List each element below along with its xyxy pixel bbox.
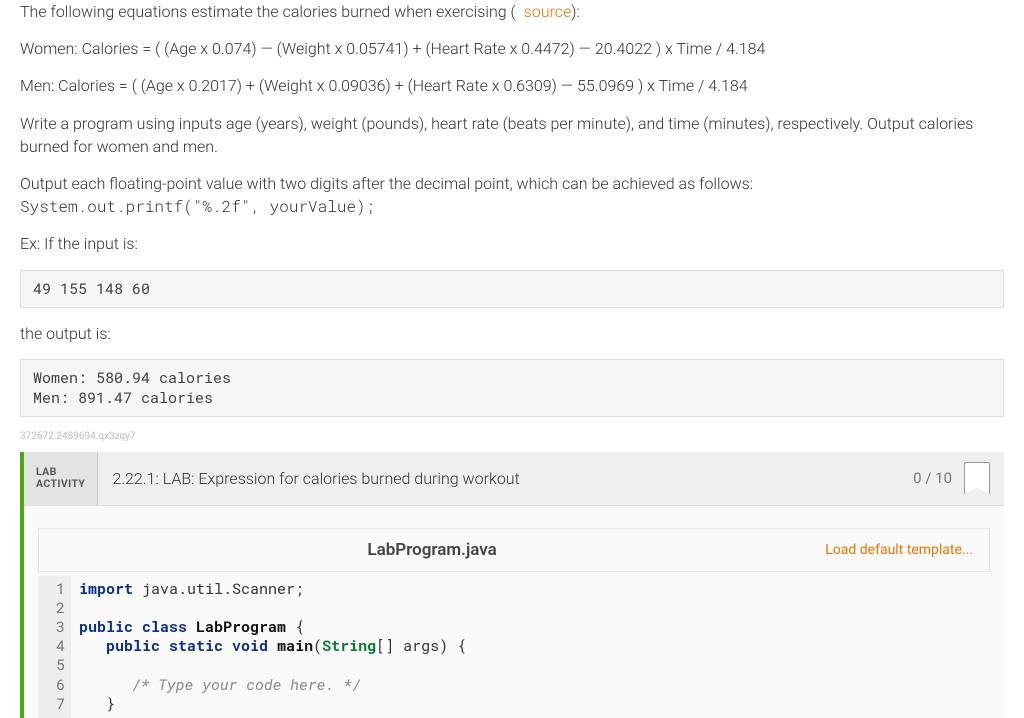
kw-public: public bbox=[79, 617, 133, 637]
source-link[interactable]: source bbox=[516, 0, 572, 25]
line-number: 1 bbox=[56, 580, 65, 599]
type-string: String bbox=[322, 636, 376, 656]
example-input: 49 155 148 60 bbox=[20, 270, 1004, 308]
intro-paragraph: The following equations estimate the cal… bbox=[20, 0, 1004, 23]
format-lead: Output each floating-point value with tw… bbox=[20, 174, 753, 193]
kw-static: static bbox=[160, 636, 223, 656]
lab-activity-block: LAB ACTIVITY 2.22.1: LAB: Expression for… bbox=[20, 452, 1004, 718]
format-instruction: Output each floating-point value with tw… bbox=[20, 172, 1004, 218]
kw-class: class bbox=[133, 617, 187, 637]
line-number: 2 bbox=[56, 599, 65, 618]
brace-close: } bbox=[79, 694, 115, 714]
comment-placeholder: /* Type your code here. */ bbox=[79, 675, 361, 695]
women-equation: Women: Calories = ( (Age x 0.074) — (Wei… bbox=[20, 37, 1004, 60]
output-lead: the output is: bbox=[20, 322, 1004, 345]
sig-rest: [] args) { bbox=[376, 636, 466, 656]
line-number: 4 bbox=[56, 637, 65, 656]
example-lead: Ex: If the input is: bbox=[20, 232, 1004, 255]
file-name: LabProgram.java bbox=[39, 540, 825, 560]
lab-tag-line2: ACTIVITY bbox=[36, 478, 85, 490]
method-main: main bbox=[268, 636, 313, 656]
kw-public2: public bbox=[79, 636, 160, 656]
instance-id: 372672.2489694.qx3zqy7 bbox=[20, 431, 1004, 442]
lab-header: LAB ACTIVITY 2.22.1: LAB: Expression for… bbox=[24, 452, 1004, 506]
kw-import: import bbox=[79, 579, 133, 599]
line-number: 3 bbox=[56, 618, 65, 637]
line-number: 5 bbox=[56, 656, 65, 675]
code-source[interactable]: import java.util.Scanner; public class L… bbox=[71, 576, 466, 718]
pkg-text: java.util.Scanner; bbox=[133, 579, 304, 599]
class-name: LabProgram bbox=[187, 617, 286, 637]
example-output: Women: 580.94 calories Men: 891.47 calor… bbox=[20, 359, 1004, 417]
format-code: System.out.printf("%.2f", yourValue); bbox=[20, 196, 375, 217]
gutter: 1 2 3 4 5 6 7 bbox=[38, 576, 71, 718]
line-number: 6 bbox=[56, 676, 65, 695]
brace: { bbox=[286, 617, 304, 637]
lab-title: 2.22.1: LAB: Expression for calories bur… bbox=[98, 469, 913, 488]
intro-text-a: The following equations estimate the cal… bbox=[20, 2, 516, 21]
bookmark-icon[interactable] bbox=[964, 462, 990, 495]
lab-tag: LAB ACTIVITY bbox=[24, 452, 98, 505]
lab-score: 0 / 10 bbox=[913, 469, 964, 487]
code-editor[interactable]: 1 2 3 4 5 6 7 import java.util.Scanner; … bbox=[38, 576, 990, 718]
file-bar: LabProgram.java Load default template... bbox=[38, 528, 990, 572]
men-equation: Men: Calories = ( (Age x 0.2017) + (Weig… bbox=[20, 74, 1004, 97]
task-statement: Write a program using inputs age (years)… bbox=[20, 112, 1004, 158]
paren: ( bbox=[313, 636, 322, 656]
kw-void: void bbox=[223, 636, 268, 656]
line-number: 7 bbox=[56, 695, 65, 714]
load-template-link[interactable]: Load default template... bbox=[825, 542, 989, 558]
intro-text-b: ): bbox=[571, 2, 580, 21]
